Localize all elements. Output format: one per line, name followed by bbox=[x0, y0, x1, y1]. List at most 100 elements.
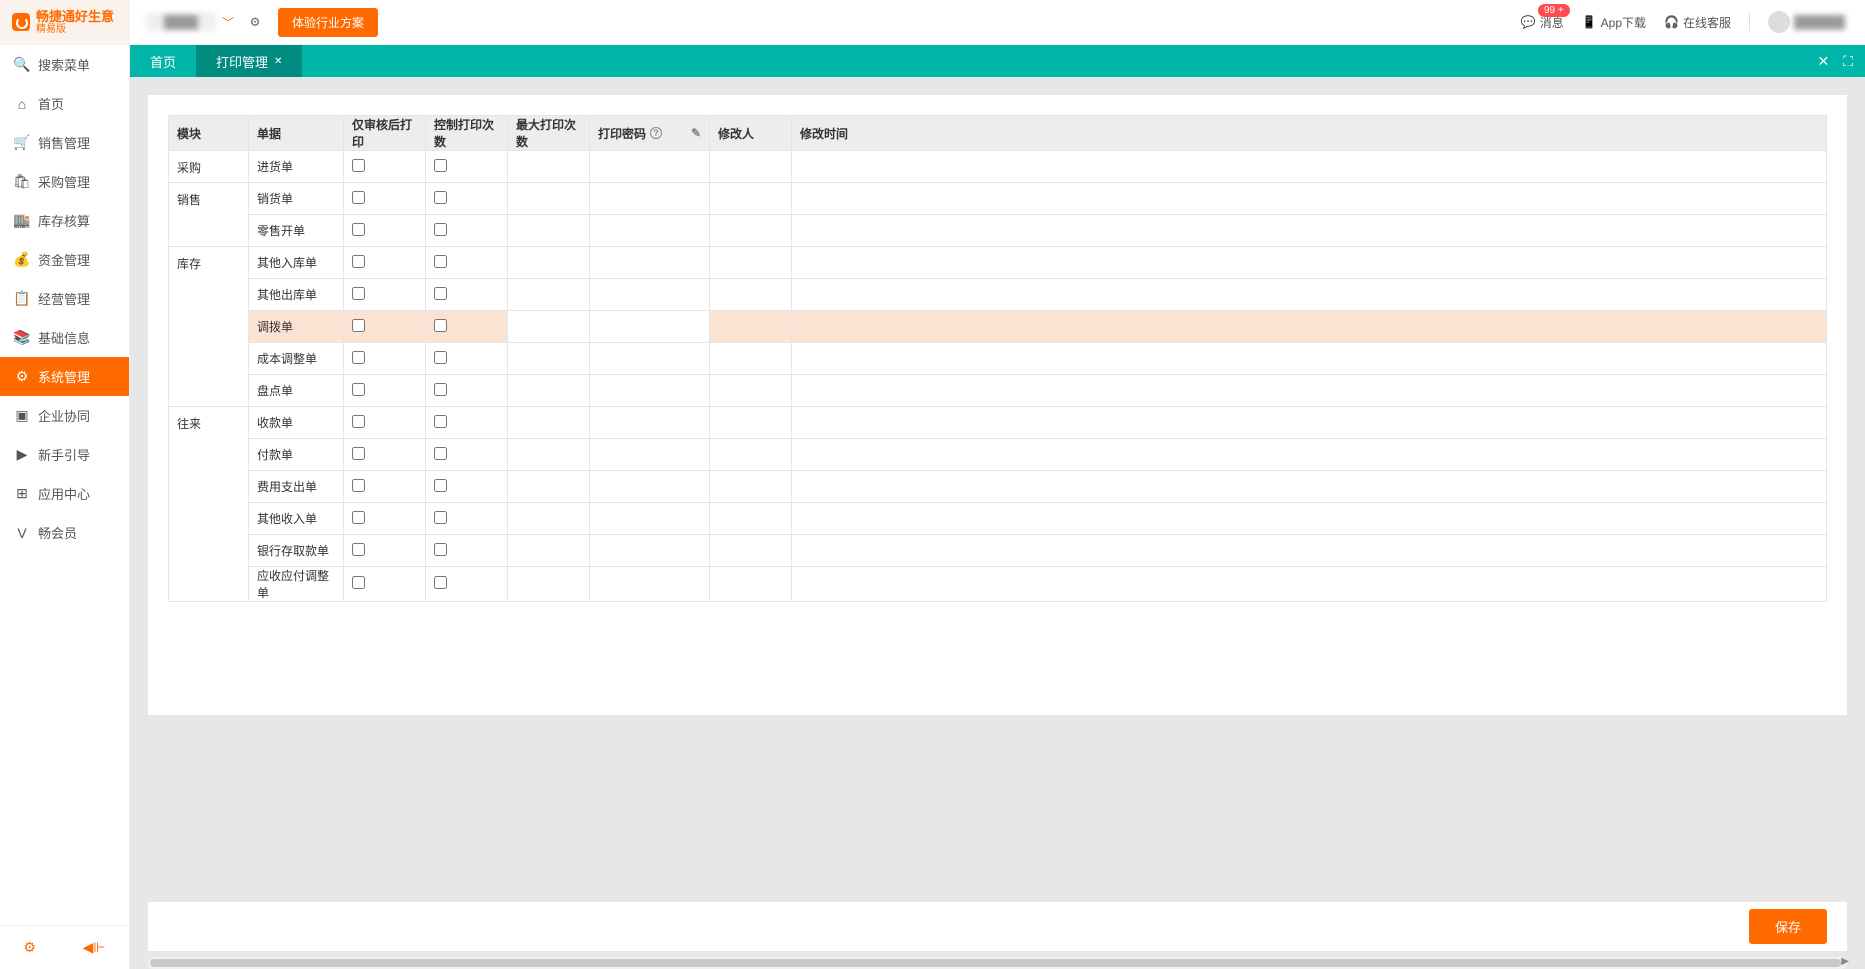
password-cell bbox=[590, 375, 710, 407]
edit-icon[interactable]: ✎ bbox=[691, 126, 701, 140]
approved-only-checkbox[interactable] bbox=[352, 415, 365, 428]
password-cell[interactable] bbox=[590, 311, 710, 343]
brand-title: 畅捷通好生意 bbox=[36, 10, 114, 23]
save-button[interactable]: 保存 bbox=[1749, 909, 1827, 944]
control-count-checkbox[interactable] bbox=[434, 511, 447, 524]
brand-logo[interactable]: 畅捷通好生意 精易版 bbox=[0, 0, 130, 45]
approved-only-checkbox[interactable] bbox=[352, 479, 365, 492]
max-count-cell bbox=[508, 183, 590, 215]
doc-cell: 零售开单 bbox=[249, 215, 344, 247]
org-selector[interactable]: ████ ﹀ bbox=[146, 13, 234, 31]
sidebar-item-label: 销售管理 bbox=[38, 133, 90, 152]
sidebar-item-label: 库存核算 bbox=[38, 211, 90, 230]
control-count-checkbox[interactable] bbox=[434, 223, 447, 236]
doc-cell: 进货单 bbox=[249, 151, 344, 183]
table-row: 库存其他入库单 bbox=[169, 247, 1827, 279]
doc-cell: 成本调整单 bbox=[249, 343, 344, 375]
approved-only-checkbox[interactable] bbox=[352, 543, 365, 556]
approved-only-checkbox[interactable] bbox=[352, 447, 365, 460]
password-cell bbox=[590, 343, 710, 375]
inventory-icon: 🏬 bbox=[14, 213, 30, 229]
control-count-checkbox[interactable] bbox=[434, 415, 447, 428]
online-service-button[interactable]: 🎧 在线客服 bbox=[1664, 14, 1731, 31]
approved-only-checkbox[interactable] bbox=[352, 351, 365, 364]
tab-label: 打印管理 bbox=[216, 52, 268, 71]
modified-time-cell bbox=[792, 279, 1827, 311]
modified-by-cell bbox=[710, 471, 792, 503]
sidebar-footer: ⚙ ◀⊩ bbox=[0, 925, 129, 969]
collapse-icon[interactable]: ◀⊩ bbox=[83, 939, 106, 956]
control-count-checkbox[interactable] bbox=[434, 319, 447, 332]
approved-only-checkbox[interactable] bbox=[352, 287, 365, 300]
control-count-checkbox[interactable] bbox=[434, 479, 447, 492]
sidebar-item-home[interactable]: ⌂ 首页 bbox=[0, 84, 129, 123]
approved-only-checkbox[interactable] bbox=[352, 223, 365, 236]
approved-only-checkbox[interactable] bbox=[352, 255, 365, 268]
sidebar-item-label: 畅会员 bbox=[38, 523, 77, 542]
home-icon: ⌂ bbox=[14, 96, 30, 112]
sidebar-item-funds[interactable]: 💰资金管理 bbox=[0, 240, 129, 279]
max-count-cell bbox=[508, 567, 590, 602]
sidebar-item-label: 采购管理 bbox=[38, 172, 90, 191]
tab-close-all-icon[interactable]: ✕ bbox=[1817, 53, 1829, 70]
app-download-button[interactable]: 📱 App下载 bbox=[1582, 14, 1646, 31]
approved-only-checkbox[interactable] bbox=[352, 319, 365, 332]
help-icon[interactable]: ? bbox=[650, 127, 662, 139]
sidebar-item-app-center[interactable]: ⊞应用中心 bbox=[0, 474, 129, 513]
control-count-checkbox[interactable] bbox=[434, 447, 447, 460]
user-menu[interactable]: ██████ bbox=[1768, 11, 1845, 33]
avatar bbox=[1768, 11, 1790, 33]
sidebar-item-guide[interactable]: ▶新手引导 bbox=[0, 435, 129, 474]
control-count-checkbox[interactable] bbox=[434, 159, 447, 172]
doc-cell: 调拨单 bbox=[249, 311, 344, 343]
doc-cell: 其他入库单 bbox=[249, 247, 344, 279]
approved-only-checkbox[interactable] bbox=[352, 159, 365, 172]
sidebar-item-label: 系统管理 bbox=[38, 367, 90, 386]
control-count-checkbox[interactable] bbox=[434, 287, 447, 300]
tab-打印管理[interactable]: 打印管理 ✕ bbox=[196, 45, 302, 77]
approved-only-checkbox[interactable] bbox=[352, 191, 365, 204]
sidebar-item-operation[interactable]: 📋经营管理 bbox=[0, 279, 129, 318]
purchase-icon: 🛍 bbox=[14, 174, 30, 190]
control-count-checkbox[interactable] bbox=[434, 255, 447, 268]
modified-by-cell bbox=[710, 247, 792, 279]
sidebar-item-sales[interactable]: 🛒销售管理 bbox=[0, 123, 129, 162]
th-control-count: 控制打印次数 bbox=[426, 116, 508, 151]
doc-cell: 销货单 bbox=[249, 183, 344, 215]
sidebar-item-purchase[interactable]: 🛍 采购管理 bbox=[0, 162, 129, 201]
doc-cell: 付款单 bbox=[249, 439, 344, 471]
approved-only-checkbox[interactable] bbox=[352, 383, 365, 396]
max-count-cell[interactable] bbox=[508, 311, 590, 343]
sidebar-item-vip[interactable]: V畅会员 bbox=[0, 513, 129, 552]
horizontal-scrollbar[interactable]: ▶ bbox=[148, 957, 1847, 969]
module-cell: 销售 bbox=[169, 183, 249, 247]
approved-only-checkbox[interactable] bbox=[352, 511, 365, 524]
messages-button[interactable]: 💬 消息 99 + bbox=[1521, 14, 1564, 31]
password-cell bbox=[590, 183, 710, 215]
modified-time-cell bbox=[792, 375, 1827, 407]
sidebar-item-enterprise[interactable]: ▣企业协同 bbox=[0, 396, 129, 435]
modified-time-cell bbox=[792, 311, 1827, 343]
tab-首页[interactable]: 首页 bbox=[130, 45, 196, 77]
footer-bar: 保存 bbox=[148, 901, 1847, 951]
modified-time-cell bbox=[792, 215, 1827, 247]
sidebar: 🔍搜索菜单⌂首页🛒销售管理🛍采购管理🏬库存核算💰资金管理📋经营管理📚基础信息⚙系… bbox=[0, 45, 130, 969]
gear-icon[interactable]: ⚙ bbox=[246, 13, 264, 31]
sidebar-item-search-menu[interactable]: 🔍搜索菜单 bbox=[0, 45, 129, 84]
control-count-checkbox[interactable] bbox=[434, 576, 447, 589]
close-icon[interactable]: ✕ bbox=[274, 56, 282, 67]
control-count-checkbox[interactable] bbox=[434, 383, 447, 396]
control-count-checkbox[interactable] bbox=[434, 191, 447, 204]
approved-only-checkbox[interactable] bbox=[352, 576, 365, 589]
fullscreen-icon[interactable]: ⛶ bbox=[1843, 53, 1853, 70]
print-settings-table: 模块 单据 仅审核后打印 控制打印次数 最大打印次数 打印密码 ? ✎ bbox=[168, 115, 1827, 602]
sidebar-item-inventory[interactable]: 🏬 库存核算 bbox=[0, 201, 129, 240]
control-count-checkbox[interactable] bbox=[434, 543, 447, 556]
settings-icon[interactable]: ⚙ bbox=[23, 939, 36, 956]
doc-cell: 收款单 bbox=[249, 407, 344, 439]
sidebar-item-basic-info[interactable]: 📚基础信息 bbox=[0, 318, 129, 357]
control-count-checkbox[interactable] bbox=[434, 351, 447, 364]
sidebar-item-label: 首页 bbox=[38, 94, 64, 113]
industry-plan-button[interactable]: 体验行业方案 bbox=[278, 8, 378, 37]
sidebar-item-system[interactable]: ⚙系统管理 bbox=[0, 357, 129, 396]
